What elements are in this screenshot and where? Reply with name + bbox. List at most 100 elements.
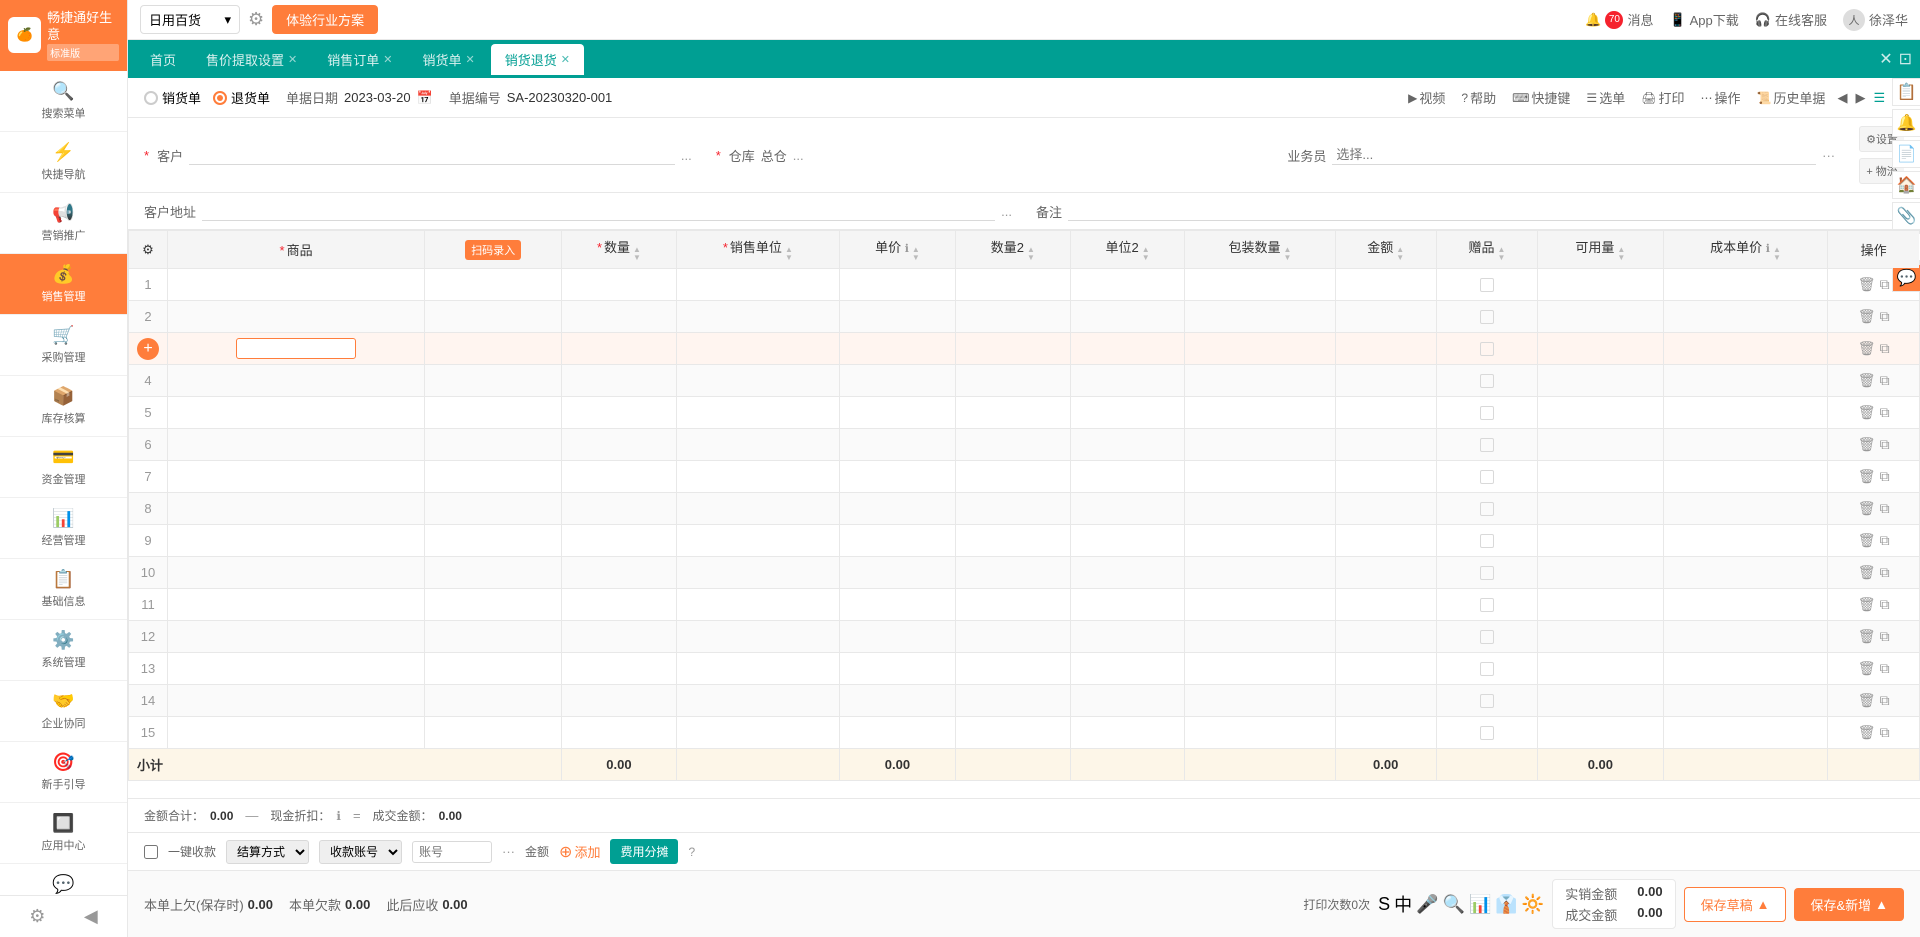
delete-row-15-icon[interactable]: 🗑	[1858, 724, 1876, 741]
copy-row-6-icon[interactable]: ⧉	[1880, 436, 1890, 453]
account-select-icon[interactable]: ···	[502, 844, 515, 859]
calendar-icon[interactable]: 📅	[417, 90, 433, 106]
tab-close-sales-order[interactable]: ✕	[383, 53, 392, 66]
delete-row-4-icon[interactable]: 🗑	[1858, 372, 1876, 389]
select-btn[interactable]: ☰ 选单	[1582, 86, 1629, 109]
taskbar-icon-5[interactable]: 📊	[1469, 894, 1491, 915]
copy-row-10-icon[interactable]: ⧉	[1880, 564, 1890, 581]
gift-checkbox-6[interactable]	[1480, 438, 1494, 452]
delete-row-10-icon[interactable]: 🗑	[1858, 564, 1876, 581]
gift-checkbox-10[interactable]	[1480, 566, 1494, 580]
gift-checkbox-15[interactable]	[1480, 726, 1494, 740]
sidebar-item-inventory[interactable]: 📦 库存核算	[0, 376, 127, 437]
list-view-icon[interactable]: ☰	[1873, 90, 1885, 106]
tab-price-setting[interactable]: 售价提取设置 ✕	[192, 44, 311, 75]
right-panel-icon-2[interactable]: 🔔	[1892, 109, 1920, 137]
customer-input[interactable]	[189, 145, 675, 165]
tab-close-sales-shipment[interactable]: ✕	[466, 53, 475, 66]
sidebar-item-purchase[interactable]: 🛒 采购管理	[0, 315, 127, 376]
save-draft-button[interactable]: 保存草稿 ▲	[1684, 887, 1787, 922]
help-btn[interactable]: ? 帮助	[1457, 86, 1500, 109]
add-row-btn[interactable]: +	[137, 338, 159, 360]
settings-icon[interactable]: ⚙	[29, 906, 45, 927]
gift-checkbox-9[interactable]	[1480, 534, 1494, 548]
close-tab-icon[interactable]: ✕	[1879, 49, 1892, 69]
gift-checkbox-1[interactable]	[1480, 278, 1494, 292]
warehouse-select-btn[interactable]: ...	[793, 148, 804, 163]
payment-method-select2[interactable]: 收款账号	[319, 840, 402, 864]
video-btn[interactable]: ▶ 视频	[1404, 86, 1449, 109]
right-panel-icon-4[interactable]: 🏠	[1892, 171, 1920, 199]
salesperson-input[interactable]	[1332, 145, 1816, 165]
gift-checkbox-7[interactable]	[1480, 470, 1494, 484]
save-new-button[interactable]: 保存&新增 ▲	[1794, 888, 1904, 921]
col-scan[interactable]: 扫码录入	[425, 231, 562, 269]
copy-row-14-icon[interactable]: ⧉	[1880, 692, 1890, 709]
delete-row-14-icon[interactable]: 🗑	[1858, 692, 1876, 709]
customer-select-btn[interactable]: ...	[681, 148, 692, 163]
sidebar-item-system[interactable]: ⚙️ 系统管理	[0, 620, 127, 681]
address-input[interactable]	[202, 201, 995, 221]
tab-close-price-setting[interactable]: ✕	[288, 53, 297, 66]
experience-plan-button[interactable]: 体验行业方案	[272, 5, 378, 34]
sidebar-item-operations[interactable]: 📊 经营管理	[0, 498, 127, 559]
delete-row-7-icon[interactable]: 🗑	[1858, 468, 1876, 485]
operation-btn[interactable]: ⋯ 操作	[1696, 86, 1744, 109]
sidebar-item-wechat[interactable]: 💬 企业微信	[0, 864, 127, 895]
delete-row-3-icon[interactable]: 🗑	[1858, 340, 1876, 357]
taskbar-icon-4[interactable]: 🔍	[1443, 894, 1465, 915]
gear-settings-icon[interactable]: ⚙	[248, 9, 264, 30]
maximize-tab-icon[interactable]: ⊡	[1899, 49, 1912, 69]
gift-checkbox-13[interactable]	[1480, 662, 1494, 676]
sidebar-item-apps[interactable]: 🔲 应用中心	[0, 803, 127, 864]
col-gear[interactable]: ⚙	[129, 231, 168, 269]
copy-row-13-icon[interactable]: ⧉	[1880, 660, 1890, 677]
delete-row-11-icon[interactable]: 🗑	[1858, 596, 1876, 613]
right-panel-icon-5[interactable]: 📎	[1892, 202, 1920, 230]
tab-sales-order[interactable]: 销售订单 ✕	[313, 44, 406, 75]
gift-checkbox-5[interactable]	[1480, 406, 1494, 420]
delete-row-9-icon[interactable]: 🗑	[1858, 532, 1876, 549]
gift-checkbox-14[interactable]	[1480, 694, 1494, 708]
delete-row-1-icon[interactable]: 🗑	[1858, 276, 1876, 293]
app-download-link[interactable]: 📱 App下载	[1669, 10, 1738, 29]
online-support-link[interactable]: 🎧 在线客服	[1755, 10, 1827, 29]
prev-doc-icon[interactable]: ◀	[1837, 90, 1847, 106]
right-panel-icon-1[interactable]: 📋	[1892, 78, 1920, 106]
gift-checkbox-12[interactable]	[1480, 630, 1494, 644]
fee-split-btn[interactable]: 费用分摊	[610, 839, 678, 864]
copy-row-5-icon[interactable]: ⧉	[1880, 404, 1890, 421]
delete-row-2-icon[interactable]: 🗑	[1858, 308, 1876, 325]
copy-row-2-icon[interactable]: ⧉	[1880, 308, 1890, 325]
industry-select[interactable]: 日用百货 ▾	[140, 5, 240, 34]
remarks-input[interactable]	[1068, 201, 1904, 221]
sidebar-item-sales[interactable]: 💰 销售管理	[0, 254, 127, 315]
gift-checkbox-8[interactable]	[1480, 502, 1494, 516]
delete-row-12-icon[interactable]: 🗑	[1858, 628, 1876, 645]
copy-row-7-icon[interactable]: ⧉	[1880, 468, 1890, 485]
taskbar-icon-7[interactable]: 🔆	[1522, 894, 1544, 915]
delete-row-5-icon[interactable]: 🗑	[1858, 404, 1876, 421]
delete-row-8-icon[interactable]: 🗑	[1858, 500, 1876, 517]
sidebar-item-finance[interactable]: 💳 资金管理	[0, 437, 127, 498]
sidebar-item-enterprise[interactable]: 🤝 企业协同	[0, 681, 127, 742]
account-number-input[interactable]	[412, 841, 492, 863]
delete-row-6-icon[interactable]: 🗑	[1858, 436, 1876, 453]
taskbar-icon-6[interactable]: 👔	[1495, 894, 1517, 915]
copy-row-4-icon[interactable]: ⧉	[1880, 372, 1890, 389]
radio-shipment[interactable]: 销货单	[144, 88, 201, 107]
tab-sales-shipment[interactable]: 销货单 ✕	[408, 44, 488, 75]
delete-row-13-icon[interactable]: 🗑	[1858, 660, 1876, 677]
copy-row-12-icon[interactable]: ⧉	[1880, 628, 1890, 645]
collapse-icon[interactable]: ◀	[84, 906, 98, 927]
taskbar-icon-1[interactable]: S	[1378, 894, 1390, 915]
gift-checkbox-11[interactable]	[1480, 598, 1494, 612]
right-panel-icon-3[interactable]: 📄	[1892, 140, 1920, 168]
salesperson-select-btn[interactable]: ···	[1822, 148, 1835, 163]
gift-checkbox-3[interactable]	[1480, 342, 1494, 356]
add-payment-btn[interactable]: ⊕ 添加	[559, 842, 600, 862]
user-profile[interactable]: 人 徐泽华	[1843, 9, 1908, 31]
payment-method-select[interactable]: 结算方式	[226, 840, 309, 864]
tab-close-sales-return[interactable]: ✕	[561, 53, 570, 66]
copy-row-3-icon[interactable]: ⧉	[1880, 340, 1890, 357]
